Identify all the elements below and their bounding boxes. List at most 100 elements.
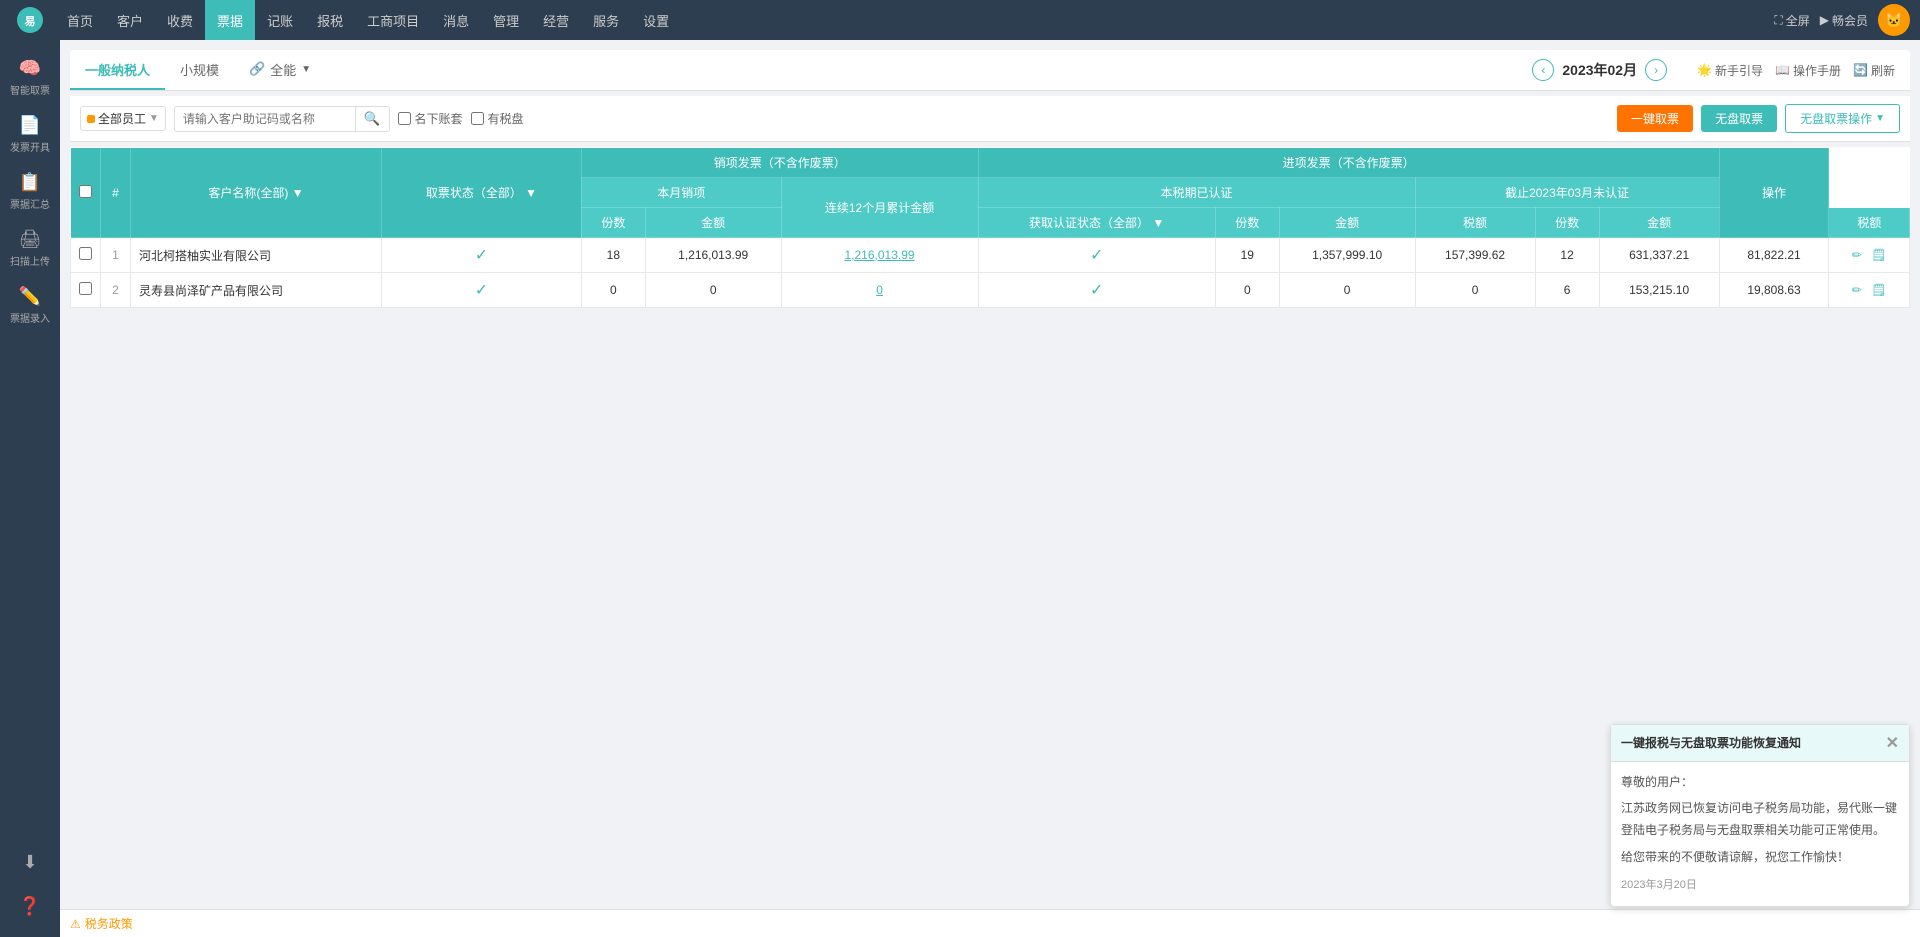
copy-icon[interactable]: 🗒 [1871,283,1886,297]
table-row: 2 灵寿县尚泽矿产品有限公司 ✓ 0 0 0 ✓ 0 0 0 6 153,215… [71,273,1910,308]
nav-bookkeeping[interactable]: 记账 [255,0,305,40]
th-num: # [101,148,131,238]
th-sales-copies: 份数 [581,208,645,238]
dropdown-icon: ▼ [301,64,311,75]
refresh-btn[interactable]: 🔄 刷新 [1853,62,1895,79]
user-avatar[interactable]: 🐱 [1878,4,1910,36]
prev-month-btn[interactable]: ‹ [1532,59,1554,81]
has-tax-checkbox[interactable] [471,112,484,125]
top-nav: 易 首页 客户 收费 票据 记账 报税 工商项目 消息 管理 经营 服务 设置 … [0,0,1920,40]
sidebar-item-smart-ticket[interactable]: 🧠 智能取票 [2,50,58,105]
search-wrap: 🔍 [174,106,390,132]
sidebar-download[interactable]: ⬇ [2,844,58,881]
no-disk-ticket-btn[interactable]: 无盘取票 [1701,105,1777,132]
sub-account-checkbox[interactable] [398,112,411,125]
nav-message[interactable]: 消息 [431,0,481,40]
row-uncert-copies: 6 [1535,273,1599,308]
sidebar-item-issue-invoice[interactable]: 📄 发票开具 [2,107,58,162]
tab-small-scale[interactable]: 小规模 [165,50,234,90]
row-purchase-copies: 0 [1215,273,1279,308]
refresh-icon: 🔄 [1853,63,1868,77]
svg-text:易: 易 [25,15,36,28]
dropdown-arrow-icon: ▼ [1875,113,1885,124]
notification-header: 一键报税与无盘取票功能恢复通知 ✕ [1611,725,1909,762]
row-cert-status: ✓ [978,238,1215,273]
nav-client[interactable]: 客户 [105,0,155,40]
filter-bar: 全部员工 ▼ 🔍 名下账套 有税盘 一键取票 无盘取票 无盘取票操作 ▼ [70,96,1910,142]
nav-invoice[interactable]: 票据 [205,0,255,40]
th-ops: 操作 [1719,148,1829,238]
filter-icon-cert[interactable]: ▼ [1152,216,1164,230]
sidebar-bottom: ⬇ ❓ [2,844,58,927]
invoice-entry-icon: ✏️ [19,286,41,307]
row-sales-amount: 1,216,013.99 [645,238,781,273]
th-purchase-copies: 份数 [1215,208,1279,238]
copy-icon[interactable]: 🗒 [1871,248,1886,262]
row-checkbox[interactable] [71,273,101,308]
row-take-status: ✓ [381,273,581,308]
employee-dropdown-icon: ▼ [149,113,159,124]
help-icon: ❓ [19,896,41,917]
tax-policy-link[interactable]: ⚠ 税务政策 [70,915,133,932]
no-disk-ops-btn[interactable]: 无盘取票操作 ▼ [1785,104,1900,133]
nav-home[interactable]: 首页 [55,0,105,40]
row-cumulative[interactable]: 1,216,013.99 [781,238,978,273]
search-button[interactable]: 🔍 [355,107,389,131]
edit-icon[interactable]: ✏ [1852,248,1862,262]
search-input[interactable] [175,108,355,130]
nav-manage[interactable]: 管理 [481,0,531,40]
nav-charge[interactable]: 收费 [155,0,205,40]
vip-btn[interactable]: ▶ 畅会员 [1820,12,1868,29]
nav-tax[interactable]: 报税 [305,0,355,40]
row-checkbox[interactable] [71,238,101,273]
app-logo: 易 [10,0,50,40]
row-take-status: ✓ [381,238,581,273]
new-guide-btn[interactable]: 🌟 新手引导 [1697,62,1763,79]
sidebar-item-invoice-summary[interactable]: 📋 票据汇总 [2,164,58,219]
row-sales-copies: 18 [581,238,645,273]
th-take-status: 取票状态（全部） ▼ [381,148,581,238]
select-all-checkbox[interactable] [79,185,92,198]
row-cert-status: ✓ [978,273,1215,308]
guide-icon: 🌟 [1697,63,1712,77]
current-date: 2023年02月 [1562,60,1637,80]
row-num: 1 [101,238,131,273]
th-purchase-invoice: 进项发票（不含作废票） [978,148,1719,178]
employee-select[interactable]: 全部员工 ▼ [80,106,166,131]
download-icon: ⬇ [22,852,37,873]
tab-general-taxpayer[interactable]: 一般纳税人 [70,50,165,90]
edit-icon[interactable]: ✏ [1852,283,1862,297]
row-purchase-amount: 0 [1279,273,1415,308]
row-uncert-tax: 81,822.21 [1719,238,1829,273]
nav-settings[interactable]: 设置 [631,0,681,40]
warning-icon: ⚠ [70,917,81,931]
one-key-ticket-btn[interactable]: 一键取票 [1617,105,1693,132]
sidebar-help[interactable]: ❓ [2,888,58,925]
smart-ticket-icon: 🧠 [19,58,41,79]
row-ops: ✏ 🗒 [1829,273,1910,308]
manual-icon: 📖 [1775,63,1790,77]
fullscreen-btn[interactable]: ⛶ 全屏 [1774,12,1809,29]
th-cert-status: 获取认证状态（全部） ▼ [978,208,1215,238]
th-purchase-amount: 金额 [1279,208,1415,238]
filter-icon-customer[interactable]: ▼ [292,186,304,200]
has-tax-check[interactable]: 有税盘 [471,110,524,127]
nav-business[interactable]: 工商项目 [355,0,431,40]
nav-service[interactable]: 服务 [581,0,631,40]
manual-btn[interactable]: 📖 操作手册 [1775,62,1841,79]
nav-operation[interactable]: 经营 [531,0,581,40]
next-month-btn[interactable]: › [1645,59,1667,81]
row-sales-copies: 0 [581,273,645,308]
sidebar-item-scan-upload[interactable]: 🖨 扫描上传 [2,221,58,276]
filter-icon-take[interactable]: ▼ [525,186,537,200]
th-uncert-copies: 份数 [1535,208,1599,238]
sidebar-item-invoice-entry[interactable]: ✏️ 票据录入 [2,278,58,333]
row-purchase-tax: 0 [1415,273,1535,308]
th-checkbox [71,148,101,238]
notification-close-btn[interactable]: ✕ [1886,733,1899,753]
sub-account-check[interactable]: 名下账套 [398,110,463,127]
row-cumulative[interactable]: 0 [781,273,978,308]
th-purchase-tax: 税额 [1415,208,1535,238]
tab-all-capable[interactable]: 🔗 全能 ▼ [234,50,326,90]
row-uncert-copies: 12 [1535,238,1599,273]
